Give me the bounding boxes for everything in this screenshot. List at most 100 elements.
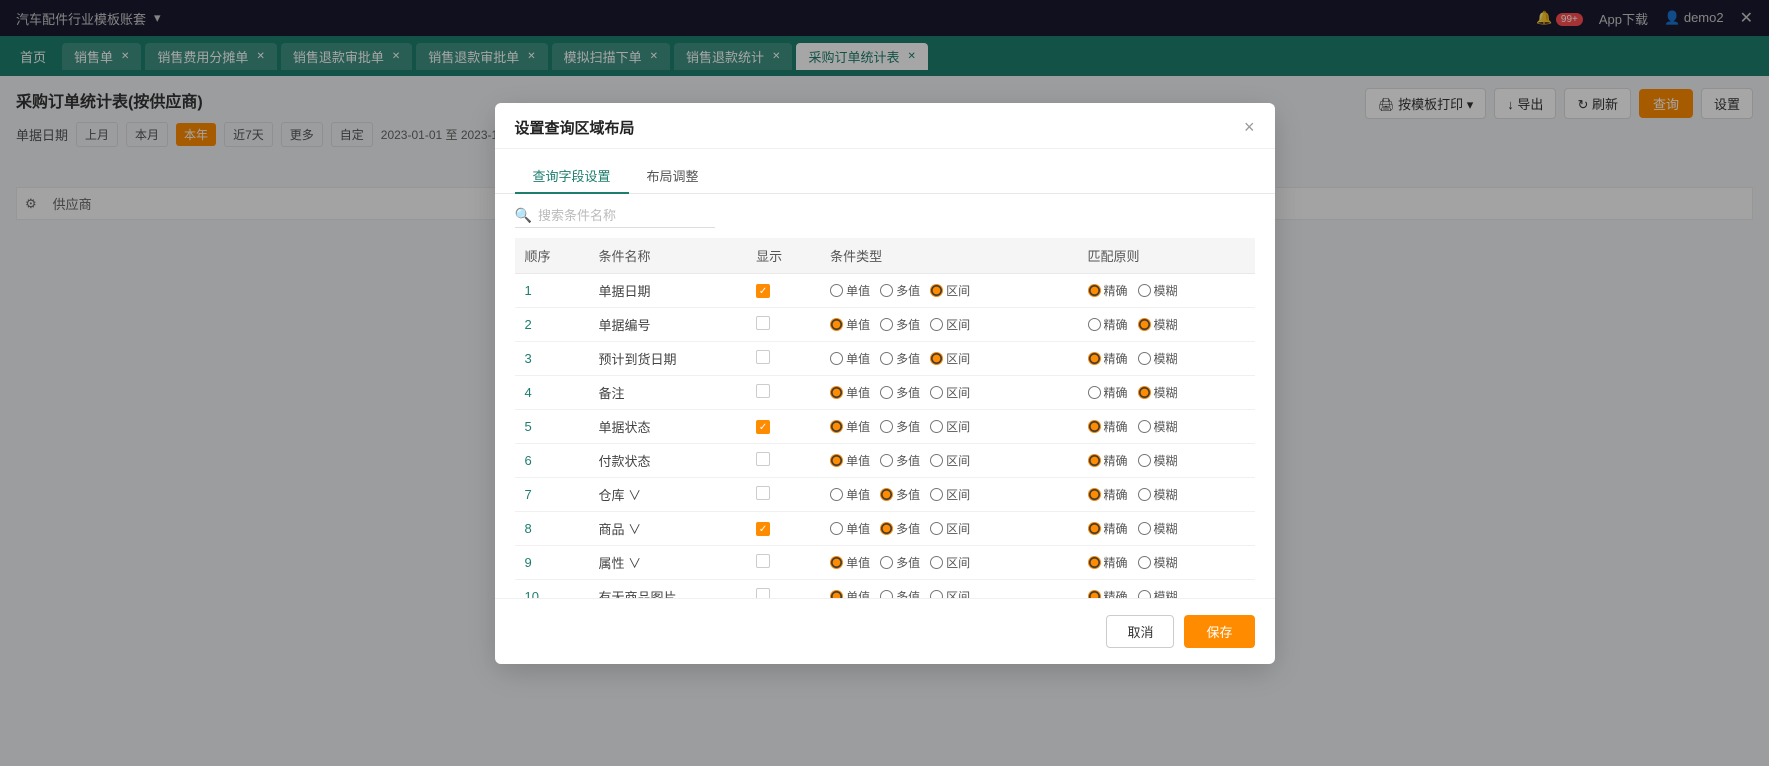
type-radio-多值[interactable]: 多值 — [880, 384, 920, 401]
cell-order: 9 — [515, 545, 589, 579]
display-checkbox[interactable] — [756, 284, 770, 298]
cell-type[interactable]: 单值多值区间 — [820, 273, 1077, 307]
type-radio-区间[interactable]: 区间 — [930, 418, 970, 435]
display-checkbox[interactable] — [756, 522, 770, 536]
match-radio-精确[interactable]: 精确 — [1088, 418, 1128, 435]
match-radio-模糊[interactable]: 模糊 — [1138, 316, 1178, 333]
type-radio-单值[interactable]: 单值 — [830, 282, 870, 299]
match-radio-模糊[interactable]: 模糊 — [1138, 520, 1178, 537]
type-radio-多值[interactable]: 多值 — [880, 588, 920, 598]
cell-display[interactable] — [746, 443, 820, 477]
type-radio-多值[interactable]: 多值 — [880, 554, 920, 571]
type-radio-单值[interactable]: 单值 — [830, 350, 870, 367]
match-radio-精确[interactable]: 精确 — [1088, 486, 1128, 503]
cell-type[interactable]: 单值多值区间 — [820, 409, 1077, 443]
save-button[interactable]: 保存 — [1184, 615, 1254, 648]
type-radio-多值[interactable]: 多值 — [880, 486, 920, 503]
type-radio-多值[interactable]: 多值 — [880, 282, 920, 299]
cell-display[interactable] — [746, 273, 820, 307]
match-radio-精确[interactable]: 精确 — [1088, 452, 1128, 469]
cell-match[interactable]: 精确模糊 — [1078, 477, 1255, 511]
type-radio-单值[interactable]: 单值 — [830, 588, 870, 598]
type-radio-多值[interactable]: 多值 — [880, 520, 920, 537]
cell-display[interactable] — [746, 511, 820, 545]
display-checkbox[interactable] — [756, 384, 770, 398]
match-radio-精确[interactable]: 精确 — [1088, 588, 1128, 598]
cell-match[interactable]: 精确模糊 — [1078, 579, 1255, 598]
type-radio-单值[interactable]: 单值 — [830, 554, 870, 571]
type-radio-单值[interactable]: 单值 — [830, 486, 870, 503]
cell-match[interactable]: 精确模糊 — [1078, 545, 1255, 579]
match-radio-模糊[interactable]: 模糊 — [1138, 282, 1178, 299]
cell-type[interactable]: 单值多值区间 — [820, 477, 1077, 511]
type-radio-区间[interactable]: 区间 — [930, 350, 970, 367]
type-radio-多值[interactable]: 多值 — [880, 418, 920, 435]
type-radio-区间[interactable]: 区间 — [930, 486, 970, 503]
cell-match[interactable]: 精确模糊 — [1078, 375, 1255, 409]
cell-type[interactable]: 单值多值区间 — [820, 307, 1077, 341]
type-radio-单值[interactable]: 单值 — [830, 384, 870, 401]
match-radio-模糊[interactable]: 模糊 — [1138, 418, 1178, 435]
type-radio-多值[interactable]: 多值 — [880, 452, 920, 469]
cell-display[interactable] — [746, 409, 820, 443]
cell-match[interactable]: 精确模糊 — [1078, 273, 1255, 307]
cell-match[interactable]: 精确模糊 — [1078, 409, 1255, 443]
dialog-tab-layout[interactable]: 布局调整 — [629, 159, 717, 194]
cell-type[interactable]: 单值多值区间 — [820, 443, 1077, 477]
match-radio-精确[interactable]: 精确 — [1088, 282, 1128, 299]
type-radio-区间[interactable]: 区间 — [930, 554, 970, 571]
dialog-tab-query[interactable]: 查询字段设置 — [515, 159, 629, 194]
display-checkbox[interactable] — [756, 452, 770, 466]
match-radio-模糊[interactable]: 模糊 — [1138, 554, 1178, 571]
cell-display[interactable] — [746, 579, 820, 598]
display-checkbox[interactable] — [756, 486, 770, 500]
type-radio-区间[interactable]: 区间 — [930, 384, 970, 401]
cell-display[interactable] — [746, 375, 820, 409]
cancel-button[interactable]: 取消 — [1106, 615, 1174, 648]
cell-type[interactable]: 单值多值区间 — [820, 511, 1077, 545]
display-checkbox[interactable] — [756, 420, 770, 434]
type-radio-单值[interactable]: 单值 — [830, 520, 870, 537]
cell-match[interactable]: 精确模糊 — [1078, 443, 1255, 477]
cell-type[interactable]: 单值多值区间 — [820, 375, 1077, 409]
type-radio-区间[interactable]: 区间 — [930, 282, 970, 299]
type-radio-多值[interactable]: 多值 — [880, 350, 920, 367]
display-checkbox[interactable] — [756, 554, 770, 568]
match-radio-精确[interactable]: 精确 — [1088, 554, 1128, 571]
dialog-close-button[interactable]: × — [1244, 118, 1255, 136]
match-radio-模糊[interactable]: 模糊 — [1138, 588, 1178, 598]
cell-match[interactable]: 精确模糊 — [1078, 341, 1255, 375]
search-box: 🔍 — [495, 194, 1275, 238]
search-input[interactable] — [538, 208, 698, 223]
cell-name: 单据日期 — [589, 273, 747, 307]
type-radio-区间[interactable]: 区间 — [930, 452, 970, 469]
type-radio-单值[interactable]: 单值 — [830, 452, 870, 469]
display-checkbox[interactable] — [756, 350, 770, 364]
display-checkbox[interactable] — [756, 316, 770, 330]
match-radio-精确[interactable]: 精确 — [1088, 350, 1128, 367]
cell-type[interactable]: 单值多值区间 — [820, 341, 1077, 375]
cell-display[interactable] — [746, 307, 820, 341]
match-radio-模糊[interactable]: 模糊 — [1138, 350, 1178, 367]
match-radio-模糊[interactable]: 模糊 — [1138, 384, 1178, 401]
cell-display[interactable] — [746, 477, 820, 511]
type-radio-区间[interactable]: 区间 — [930, 316, 970, 333]
match-radio-模糊[interactable]: 模糊 — [1138, 452, 1178, 469]
cell-match[interactable]: 精确模糊 — [1078, 511, 1255, 545]
cell-display[interactable] — [746, 341, 820, 375]
cell-order: 6 — [515, 443, 589, 477]
display-checkbox[interactable] — [756, 588, 770, 598]
type-radio-单值[interactable]: 单值 — [830, 418, 870, 435]
cell-display[interactable] — [746, 545, 820, 579]
type-radio-区间[interactable]: 区间 — [930, 520, 970, 537]
type-radio-区间[interactable]: 区间 — [930, 588, 970, 598]
match-radio-模糊[interactable]: 模糊 — [1138, 486, 1178, 503]
cell-match[interactable]: 精确模糊 — [1078, 307, 1255, 341]
match-radio-精确[interactable]: 精确 — [1088, 520, 1128, 537]
cell-type[interactable]: 单值多值区间 — [820, 579, 1077, 598]
cell-type[interactable]: 单值多值区间 — [820, 545, 1077, 579]
match-radio-精确[interactable]: 精确 — [1088, 384, 1128, 401]
match-radio-精确[interactable]: 精确 — [1088, 316, 1128, 333]
type-radio-单值[interactable]: 单值 — [830, 316, 870, 333]
type-radio-多值[interactable]: 多值 — [880, 316, 920, 333]
